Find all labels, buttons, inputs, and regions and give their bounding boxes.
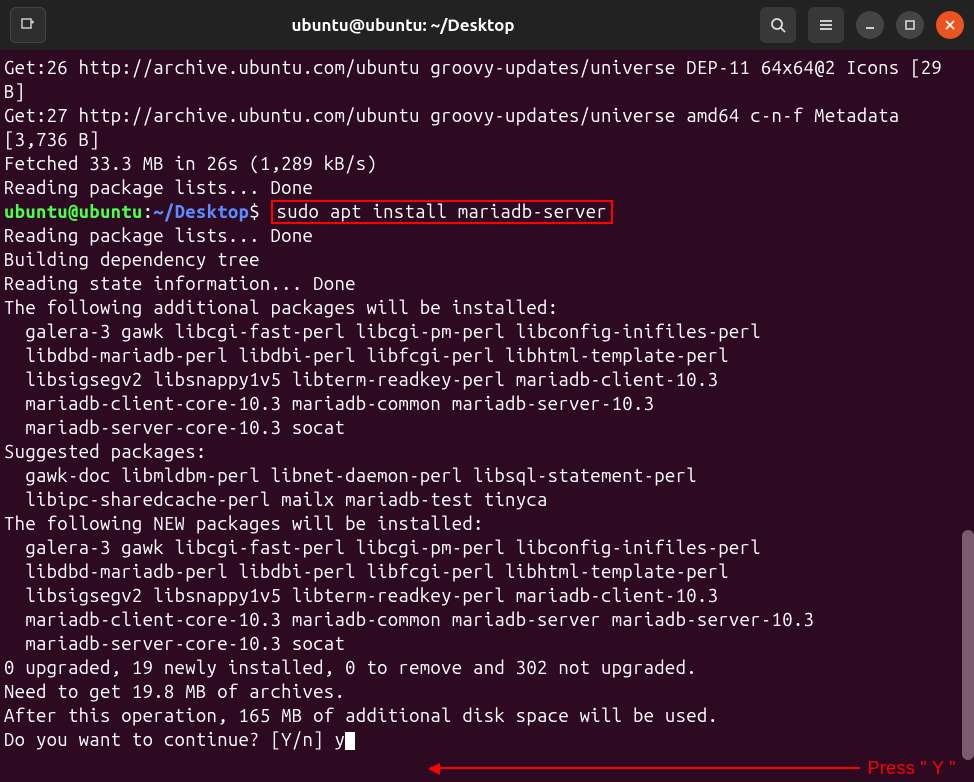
terminal-output[interactable]: Get:26 http://archive.ubuntu.com/ubuntu … — [0, 50, 974, 782]
output-line: Reading state information... Done — [4, 274, 356, 294]
maximize-button[interactable] — [896, 11, 924, 39]
output-line: Get:26 http://archive.ubuntu.com/ubuntu … — [4, 58, 953, 102]
maximize-icon — [904, 19, 916, 31]
output-line: 0 upgraded, 19 newly installed, 0 to rem… — [4, 658, 697, 678]
hamburger-icon — [818, 17, 834, 33]
output-line: Building dependency tree — [4, 250, 260, 270]
output-line: Do you want to continue? [Y/n] y — [4, 730, 345, 750]
output-line: After this operation, 165 MB of addition… — [4, 706, 718, 726]
output-line: Suggested packages: — [4, 442, 207, 462]
output-line: gawk-doc libmldbm-perl libnet-daemon-per… — [4, 466, 697, 486]
scrollbar-thumb[interactable] — [962, 530, 974, 760]
window-controls — [760, 7, 964, 43]
output-line: galera-3 gawk libcgi-fast-perl libcgi-pm… — [4, 538, 761, 558]
new-tab-button[interactable] — [10, 7, 46, 43]
output-line: Get:27 http://archive.ubuntu.com/ubuntu … — [4, 106, 910, 150]
output-line: mariadb-server-core-10.3 socat — [4, 418, 345, 438]
output-line: The following additional packages will b… — [4, 298, 558, 318]
terminal-cursor — [345, 732, 355, 750]
output-line: libsigsegv2 libsnappy1v5 libterm-readkey… — [4, 586, 718, 606]
prompt-user: ubuntu@ubuntu — [4, 202, 143, 222]
output-line: The following NEW packages will be insta… — [4, 514, 484, 534]
scrollbar-track[interactable] — [961, 50, 974, 766]
output-line: Fetched 33.3 MB in 26s (1,289 kB/s) — [4, 154, 377, 174]
prompt-dollar: $ — [249, 202, 270, 222]
close-icon — [944, 19, 956, 31]
output-line: libdbd-mariadb-perl libdbi-perl libfcgi-… — [4, 346, 729, 366]
search-icon — [770, 17, 786, 33]
search-button[interactable] — [760, 7, 796, 43]
minimize-icon — [864, 19, 876, 31]
output-line: galera-3 gawk libcgi-fast-perl libcgi-pm… — [4, 322, 761, 342]
window-titlebar: ubuntu@ubuntu: ~/Desktop — [0, 0, 974, 50]
annotation-overlay: Press " Y " — [430, 756, 956, 780]
prompt-separator: : — [143, 202, 154, 222]
close-button[interactable] — [936, 11, 964, 39]
output-line: mariadb-client-core-10.3 mariadb-common … — [4, 610, 814, 630]
minimize-button[interactable] — [856, 11, 884, 39]
output-line: libipc-sharedcache-perl mailx mariadb-te… — [4, 490, 548, 510]
prompt-path: ~/Desktop — [153, 202, 249, 222]
new-tab-icon — [20, 17, 36, 33]
menu-button[interactable] — [808, 7, 844, 43]
arrow-icon — [430, 767, 860, 769]
window-title: ubuntu@ubuntu: ~/Desktop — [54, 16, 752, 35]
output-line: Reading package lists... Done — [4, 178, 313, 198]
output-line: libsigsegv2 libsnappy1v5 libterm-readkey… — [4, 370, 718, 390]
command-highlighted: sudo apt install mariadb-server — [271, 200, 613, 224]
output-line: mariadb-server-core-10.3 socat — [4, 634, 345, 654]
output-line: libdbd-mariadb-perl libdbi-perl libfcgi-… — [4, 562, 729, 582]
annotation-text: Press " Y " — [868, 756, 956, 780]
output-line: Reading package lists... Done — [4, 226, 313, 246]
output-line: mariadb-client-core-10.3 mariadb-common … — [4, 394, 654, 414]
output-line: Need to get 19.8 MB of archives. — [4, 682, 345, 702]
